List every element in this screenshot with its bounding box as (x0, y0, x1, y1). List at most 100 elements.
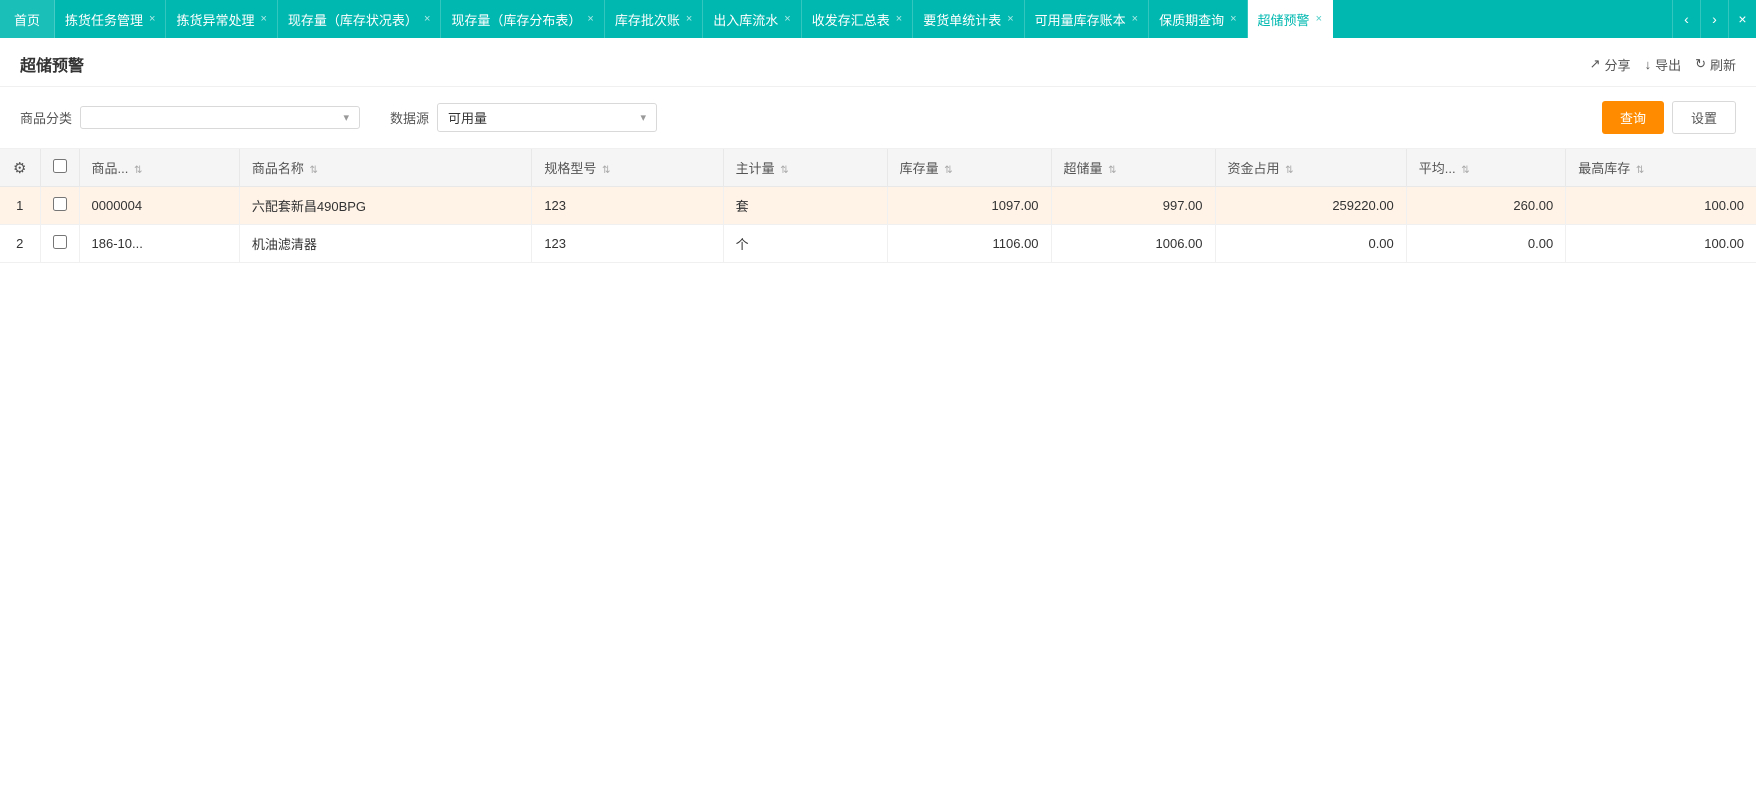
nav-tab-5-close[interactable]: × (686, 13, 692, 25)
category-select[interactable]: ▾ (80, 106, 360, 129)
row-checkbox[interactable] (53, 197, 67, 211)
row-avg: 0.00 (1406, 225, 1565, 263)
top-nav: 首页 拣货任务管理 × 拣货异常处理 × 现存量（库存状况表） × 现存量（库存… (0, 0, 1756, 38)
export-label: 导出 (1655, 55, 1681, 74)
datasource-select[interactable]: 可用量 ▾ (437, 103, 657, 132)
row-spec: 123 (532, 187, 723, 225)
nav-tab-4-label: 现存量（库存分布表） (451, 10, 581, 29)
table-row: 2 186-10... 机油滤清器 123 个 1106.00 1006.00 … (0, 225, 1756, 263)
col-code[interactable]: 商品... ⇅ (79, 149, 239, 187)
col-maxstock-sort-icon: ⇅ (1636, 165, 1644, 176)
col-code-sort-icon: ⇅ (134, 165, 142, 176)
table-wrapper: ⚙ 商品... ⇅ 商品名称 ⇅ 规格型号 ⇅ (0, 149, 1756, 263)
table-row: 1 0000004 六配套新昌490BPG 123 套 1097.00 997.… (0, 187, 1756, 225)
row-checkbox[interactable] (53, 235, 67, 249)
row-num: 2 (0, 225, 40, 263)
row-checkbox-cell[interactable] (40, 225, 79, 263)
nav-tab-3-close[interactable]: × (424, 13, 430, 25)
col-over[interactable]: 超储量 ⇅ (1051, 149, 1215, 187)
nav-arrows: ‹ › × (1672, 0, 1756, 38)
nav-tab-7-close[interactable]: × (896, 13, 902, 25)
nav-tab-8-label: 要货单统计表 (923, 10, 1001, 29)
nav-tab-2[interactable]: 拣货异常处理 × (166, 0, 277, 38)
nav-tab-7[interactable]: 收发存汇总表 × (802, 0, 913, 38)
nav-home[interactable]: 首页 (0, 0, 55, 38)
row-name: 六配套新昌490BPG (239, 187, 531, 225)
nav-tab-9[interactable]: 可用量库存账本 × (1025, 0, 1149, 38)
col-capital[interactable]: 资金占用 ⇅ (1215, 149, 1406, 187)
nav-tab-4[interactable]: 现存量（库存分布表） × (441, 0, 604, 38)
export-button[interactable]: ↓ 导出 (1645, 55, 1682, 74)
share-label: 分享 (1605, 55, 1631, 74)
nav-tab-1-close[interactable]: × (149, 13, 155, 25)
row-num: 1 (0, 187, 40, 225)
col-maxstock[interactable]: 最高库存 ⇅ (1566, 149, 1756, 187)
col-name[interactable]: 商品名称 ⇅ (239, 149, 531, 187)
col-spec-label: 规格型号 (544, 161, 596, 176)
table-header-row: ⚙ 商品... ⇅ 商品名称 ⇅ 规格型号 ⇅ (0, 149, 1756, 187)
filter-actions: 查询 设置 (1602, 101, 1736, 134)
col-name-sort-icon: ⇅ (310, 165, 318, 176)
row-capital: 259220.00 (1215, 187, 1406, 225)
col-unit-label: 主计量 (736, 161, 775, 176)
select-all-checkbox[interactable] (53, 159, 67, 173)
nav-tab-1[interactable]: 拣货任务管理 × (55, 0, 166, 38)
page-title: 超储预警 (20, 52, 84, 76)
datasource-chevron-icon: ▾ (641, 111, 647, 124)
row-unit: 套 (723, 187, 887, 225)
settings-button[interactable]: 设置 (1672, 101, 1736, 134)
page-header: 超储预警 ↗ 分享 ↓ 导出 ↻ 刷新 (0, 38, 1756, 87)
nav-tab-9-close[interactable]: × (1132, 13, 1138, 25)
category-label: 商品分类 (20, 108, 72, 127)
nav-tab-11-label: 超储预警 (1258, 10, 1310, 29)
col-checkbox[interactable] (40, 149, 79, 187)
datasource-label: 数据源 (390, 108, 429, 127)
nav-tab-4-close[interactable]: × (587, 13, 593, 25)
nav-tab-2-close[interactable]: × (260, 13, 266, 25)
query-button[interactable]: 查询 (1602, 101, 1664, 134)
col-code-label: 商品... (92, 161, 129, 176)
row-unit: 个 (723, 225, 887, 263)
table-gear-icon[interactable]: ⚙ (13, 160, 26, 177)
nav-tab-6-close[interactable]: × (784, 13, 790, 25)
row-maxstock: 100.00 (1566, 187, 1756, 225)
nav-arrow-close[interactable]: × (1728, 0, 1756, 38)
nav-arrow-right[interactable]: › (1700, 0, 1728, 38)
col-avg-label: 平均... (1419, 161, 1456, 176)
nav-home-label: 首页 (14, 10, 40, 29)
header-actions: ↗ 分享 ↓ 导出 ↻ 刷新 (1590, 55, 1736, 74)
refresh-icon: ↻ (1695, 56, 1706, 72)
nav-arrow-left[interactable]: ‹ (1672, 0, 1700, 38)
nav-tab-8[interactable]: 要货单统计表 × (913, 0, 1024, 38)
nav-tab-3[interactable]: 现存量（库存状况表） × (278, 0, 441, 38)
share-button[interactable]: ↗ 分享 (1590, 55, 1631, 74)
datasource-select-value: 可用量 (448, 108, 487, 127)
col-unit[interactable]: 主计量 ⇅ (723, 149, 887, 187)
row-over: 1006.00 (1051, 225, 1215, 263)
export-icon: ↓ (1645, 57, 1652, 72)
col-spec[interactable]: 规格型号 ⇅ (532, 149, 723, 187)
nav-tab-8-close[interactable]: × (1007, 13, 1013, 25)
col-unit-sort-icon: ⇅ (780, 165, 788, 176)
row-checkbox-cell[interactable] (40, 187, 79, 225)
nav-tab-6-label: 出入库流水 (713, 10, 778, 29)
data-table: ⚙ 商品... ⇅ 商品名称 ⇅ 规格型号 ⇅ (0, 149, 1756, 263)
nav-tab-11-close[interactable]: × (1316, 13, 1322, 25)
col-settings[interactable]: ⚙ (0, 149, 40, 187)
nav-tab-11[interactable]: 超储预警 × (1248, 0, 1333, 38)
col-name-label: 商品名称 (252, 161, 304, 176)
row-code: 186-10... (79, 225, 239, 263)
nav-tab-5[interactable]: 库存批次账 × (605, 0, 703, 38)
col-stock[interactable]: 库存量 ⇅ (887, 149, 1051, 187)
nav-tab-10[interactable]: 保质期查询 × (1149, 0, 1247, 38)
col-avg[interactable]: 平均... ⇅ (1406, 149, 1565, 187)
row-maxstock: 100.00 (1566, 225, 1756, 263)
nav-tab-10-close[interactable]: × (1230, 13, 1236, 25)
category-chevron-icon: ▾ (343, 111, 349, 124)
col-over-sort-icon: ⇅ (1108, 165, 1116, 176)
nav-tab-3-label: 现存量（库存状况表） (288, 10, 418, 29)
nav-tab-6[interactable]: 出入库流水 × (703, 0, 801, 38)
row-name: 机油滤清器 (239, 225, 531, 263)
col-avg-sort-icon: ⇅ (1461, 165, 1469, 176)
refresh-button[interactable]: ↻ 刷新 (1695, 55, 1736, 74)
